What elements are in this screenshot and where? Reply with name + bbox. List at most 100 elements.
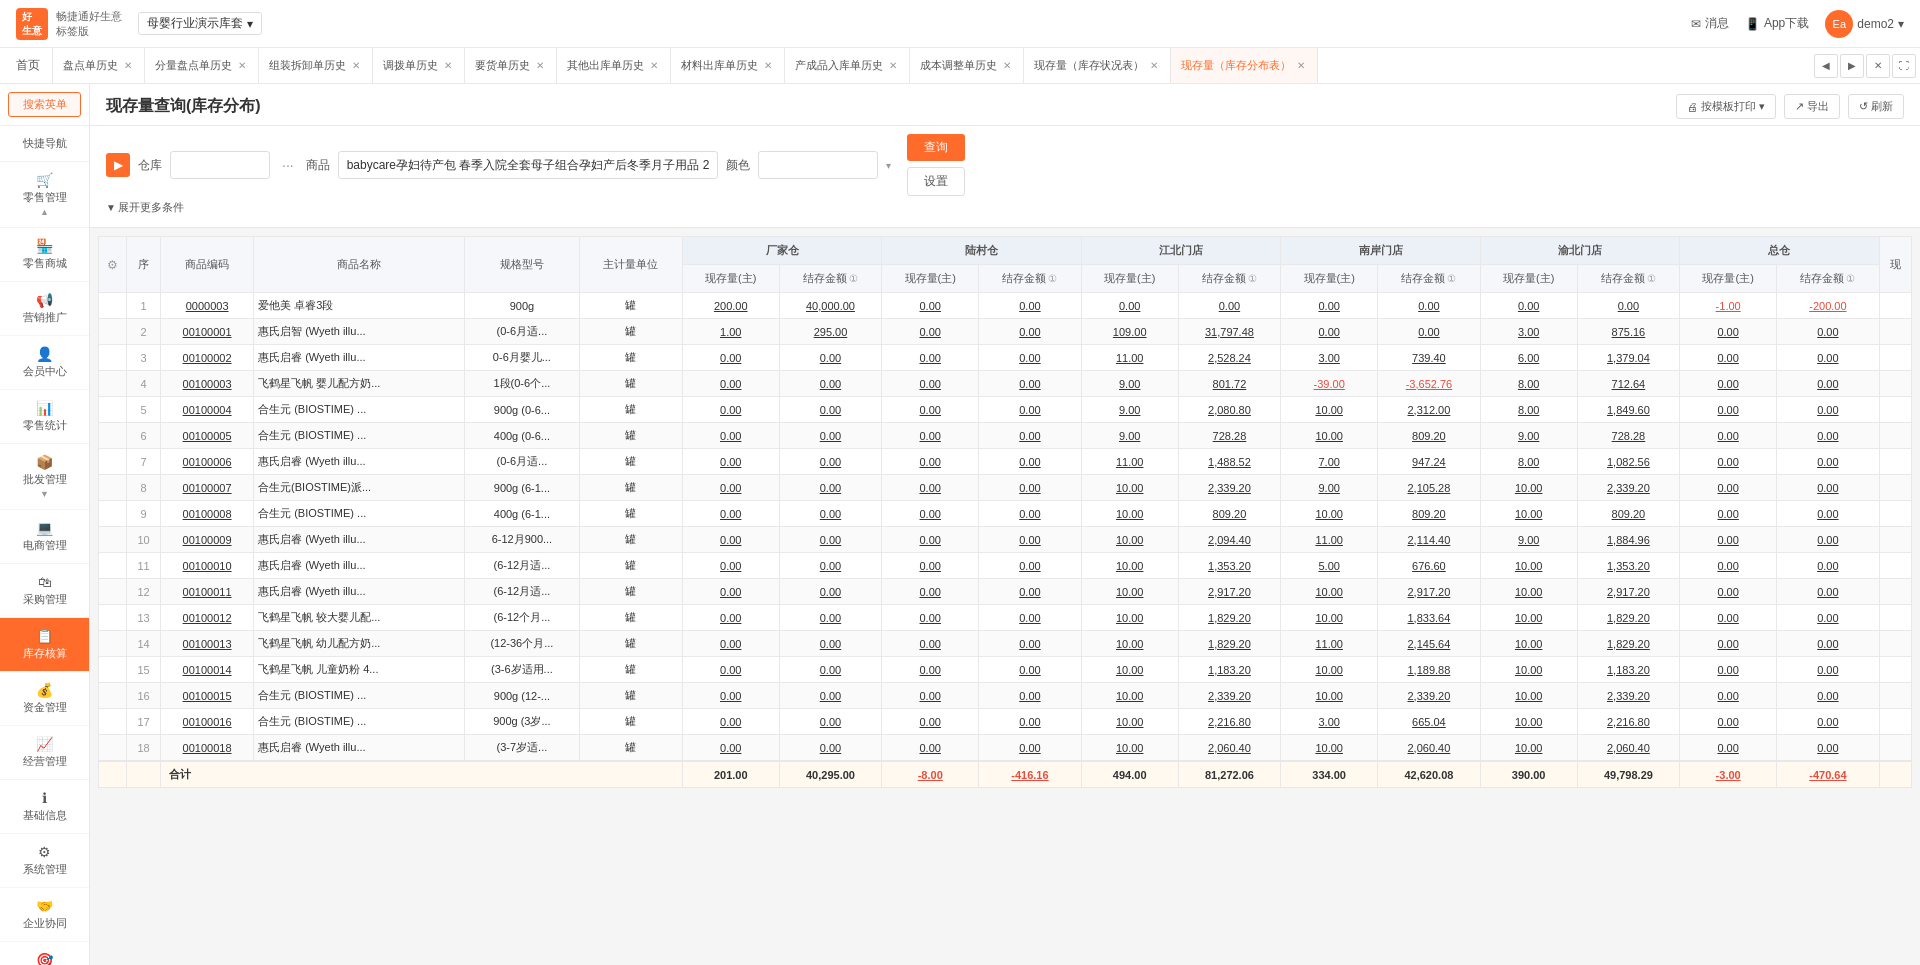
sidebar-item-retail-stats[interactable]: 📊 零售统计 [0,390,89,444]
row-jiangbei-qty[interactable]: 10.00 [1081,527,1178,553]
row-lucun-amt[interactable]: 0.00 [979,683,1082,709]
row-lucun-qty[interactable]: 0.00 [882,475,979,501]
tab-close[interactable]: ✕ [350,58,362,73]
row-changjia-amt[interactable]: 0.00 [779,683,882,709]
filter-toggle-btn[interactable]: ▶ [106,153,130,177]
row-nanan-amt[interactable]: 2,917.20 [1378,579,1481,605]
row-zongcang-amt[interactable]: 0.00 [1777,709,1880,735]
row-jiangbei-qty[interactable]: 11.00 [1081,449,1178,475]
row-code[interactable]: 00100005 [161,423,254,449]
sidebar-item-retail-mgmt[interactable]: 🛒 零售管理 ▲ [0,162,89,228]
row-jiangbei-qty[interactable]: 0.00 [1081,293,1178,319]
sidebar-item-purchase[interactable]: 🛍 采购管理 [0,564,89,618]
row-jiangbei-amt[interactable]: 1,829.20 [1178,605,1281,631]
sidebar-item-marketing[interactable]: 📢 营销推广 [0,282,89,336]
row-nanan-qty[interactable]: 11.00 [1281,631,1378,657]
row-settings[interactable] [99,709,127,735]
row-nanan-amt[interactable]: 1,833.64 [1378,605,1481,631]
row-yubei-qty[interactable]: 10.00 [1480,735,1577,762]
row-yubei-qty[interactable]: 10.00 [1480,501,1577,527]
row-yubei-qty[interactable]: 10.00 [1480,709,1577,735]
info-icon[interactable]: ① [1048,273,1057,284]
row-nanan-qty[interactable]: 10.00 [1281,397,1378,423]
row-yubei-qty[interactable]: 10.00 [1480,683,1577,709]
row-changjia-qty[interactable]: 0.00 [682,605,779,631]
row-zongcang-qty[interactable]: 0.00 [1680,371,1777,397]
row-changjia-amt[interactable]: 0.00 [779,527,882,553]
row-settings[interactable] [99,293,127,319]
quick-nav-btn[interactable]: 快捷导航 [0,130,89,157]
row-zongcang-qty[interactable]: 0.00 [1680,319,1777,345]
row-zongcang-qty[interactable]: -1.00 [1680,293,1777,319]
sidebar-item-system[interactable]: ⚙ 系统管理 [0,834,89,888]
row-nanan-amt[interactable]: 1,189.88 [1378,657,1481,683]
row-yubei-amt[interactable]: 1,849.60 [1577,397,1680,423]
row-nanan-qty[interactable]: 11.00 [1281,527,1378,553]
tab-prev-btn[interactable]: ◀ [1814,54,1838,78]
row-settings[interactable] [99,397,127,423]
refresh-btn[interactable]: ↺ 刷新 [1848,94,1904,119]
product-input[interactable] [338,151,718,179]
row-yubei-amt[interactable]: 1,183.20 [1577,657,1680,683]
row-yubei-qty[interactable]: 8.00 [1480,371,1577,397]
row-zongcang-qty[interactable]: 0.00 [1680,709,1777,735]
row-jiangbei-amt[interactable]: 2,216.80 [1178,709,1281,735]
tab-close[interactable]: ✕ [236,58,248,73]
settings-btn[interactable]: 设置 [907,167,965,196]
row-nanan-amt[interactable]: 665.04 [1378,709,1481,735]
row-jiangbei-amt[interactable]: 801.72 [1178,371,1281,397]
row-zongcang-amt[interactable]: 0.00 [1777,475,1880,501]
row-settings[interactable] [99,475,127,501]
row-yubei-amt[interactable]: 1,353.20 [1577,553,1680,579]
info-icon[interactable]: ① [1248,273,1257,284]
row-nanan-amt[interactable]: 947.24 [1378,449,1481,475]
row-changjia-amt[interactable]: 0.00 [779,475,882,501]
row-jiangbei-qty[interactable]: 9.00 [1081,371,1178,397]
row-settings[interactable] [99,735,127,762]
row-lucun-qty[interactable]: 0.00 [882,345,979,371]
row-jiangbei-amt[interactable]: 1,488.52 [1178,449,1281,475]
sidebar-item-wholesale[interactable]: 📦 批发管理 ▼ [0,444,89,510]
row-changjia-amt[interactable]: 0.00 [779,423,882,449]
row-jiangbei-amt[interactable]: 2,080.80 [1178,397,1281,423]
row-code[interactable]: 00100001 [161,319,254,345]
row-zongcang-amt[interactable]: 0.00 [1777,423,1880,449]
row-changjia-qty[interactable]: 0.00 [682,423,779,449]
row-lucun-qty[interactable]: 0.00 [882,553,979,579]
row-changjia-qty[interactable]: 0.00 [682,527,779,553]
row-changjia-qty[interactable]: 200.00 [682,293,779,319]
row-changjia-qty[interactable]: 0.00 [682,345,779,371]
row-yubei-qty[interactable]: 10.00 [1480,475,1577,501]
row-lucun-qty[interactable]: 0.00 [882,683,979,709]
row-changjia-qty[interactable]: 0.00 [682,397,779,423]
info-icon[interactable]: ① [1846,273,1855,284]
row-jiangbei-qty[interactable]: 10.00 [1081,735,1178,762]
row-lucun-qty[interactable]: 0.00 [882,605,979,631]
row-yubei-qty[interactable]: 10.00 [1480,605,1577,631]
row-settings[interactable] [99,371,127,397]
row-nanan-qty[interactable]: 10.00 [1281,579,1378,605]
row-nanan-qty[interactable]: 0.00 [1281,319,1378,345]
warehouse-dots[interactable]: ··· [278,157,298,173]
row-yubei-amt[interactable]: 2,917.20 [1577,579,1680,605]
row-zongcang-amt[interactable]: 0.00 [1777,553,1880,579]
row-code[interactable]: 00100018 [161,735,254,762]
user-menu[interactable]: Ea demo2 ▾ [1825,10,1904,38]
row-lucun-qty[interactable]: 0.00 [882,735,979,762]
row-jiangbei-qty[interactable]: 10.00 [1081,709,1178,735]
row-nanan-amt[interactable]: -3,652.76 [1378,371,1481,397]
row-settings[interactable] [99,501,127,527]
row-jiangbei-amt[interactable]: 2,339.20 [1178,475,1281,501]
row-settings[interactable] [99,423,127,449]
row-zongcang-qty[interactable]: 0.00 [1680,631,1777,657]
row-zongcang-amt[interactable]: 0.00 [1777,631,1880,657]
row-nanan-qty[interactable]: 7.00 [1281,449,1378,475]
row-lucun-amt[interactable]: 0.00 [979,397,1082,423]
sidebar-item-inventory[interactable]: 📋 库存核算 [0,618,89,672]
row-code[interactable]: 00100007 [161,475,254,501]
warehouse-input[interactable] [170,151,270,179]
row-lucun-qty[interactable]: 0.00 [882,397,979,423]
row-zongcang-qty[interactable]: 0.00 [1680,527,1777,553]
tab-chengben[interactable]: 成本调整单历史 ✕ [910,48,1024,84]
row-yubei-qty[interactable]: 10.00 [1480,657,1577,683]
